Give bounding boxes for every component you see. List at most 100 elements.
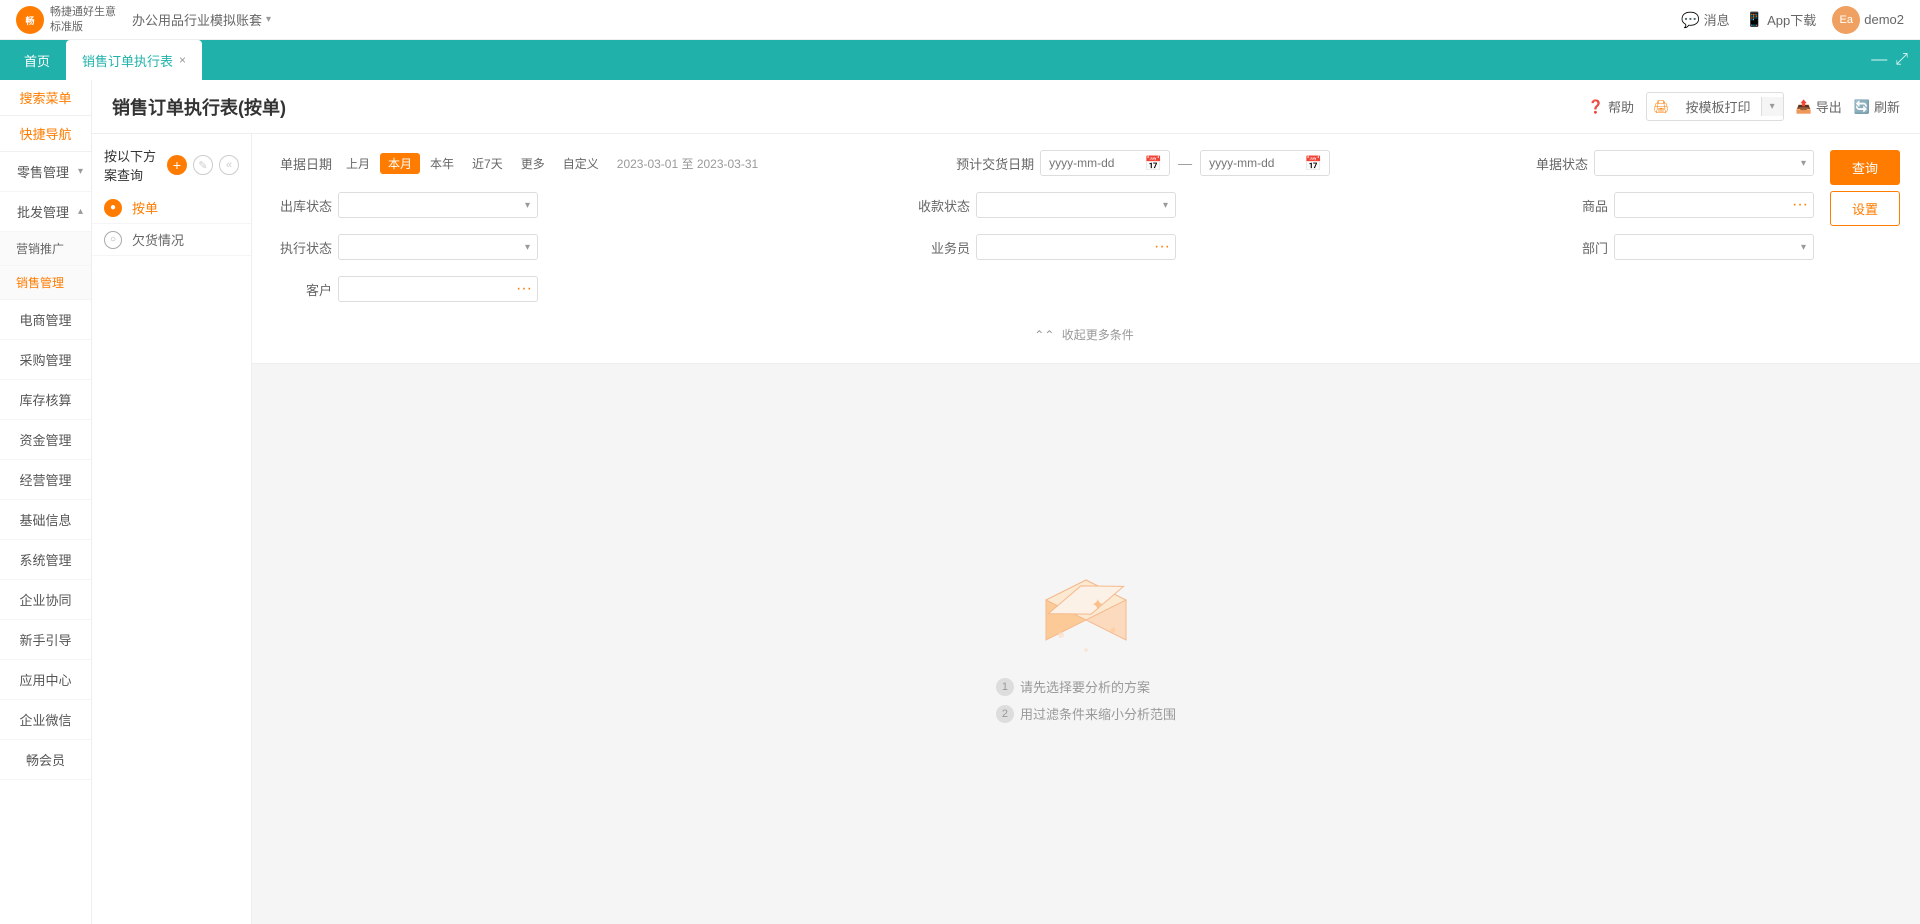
page-header-actions: ❓ 帮助 🖨 按模板打印 ▾ 📤 导出 🔄 刷新: [1588, 92, 1900, 133]
sidebar-item-apps[interactable]: 应用中心: [0, 660, 91, 700]
help-icon: ❓: [1588, 99, 1604, 115]
message-btn[interactable]: 💬 消息: [1681, 10, 1730, 29]
hint-num-2: 2: [996, 705, 1014, 723]
sidebar-sub-marketing[interactable]: 营销推广: [0, 232, 91, 266]
execution-status-label: 执行状态: [272, 238, 332, 257]
sidebar-item-retail[interactable]: 零售管理 ▾: [0, 152, 91, 192]
inner-layout: 按以下方案查询 + ✎ « ● 按单 ○ 欠货情况: [92, 134, 1920, 924]
plan-item-by-order[interactable]: ● 按单: [92, 192, 251, 224]
sidebar-item-member-label: 畅会员: [8, 750, 83, 769]
sidebar-item-wechat[interactable]: 企业微信: [0, 700, 91, 740]
print-label: 按模板打印: [1678, 93, 1759, 120]
sidebar-item-system[interactable]: 系统管理: [0, 540, 91, 580]
goods-input[interactable]: [1614, 192, 1814, 218]
plan-item-shortage-label: 欠货情况: [132, 230, 184, 249]
chevron-up-icon: ▴: [78, 206, 83, 217]
sidebar-item-wholesale[interactable]: 批发管理 ▴: [0, 192, 91, 232]
plan-item-shortage[interactable]: ○ 欠货情况: [92, 224, 251, 256]
sidebar-item-finance[interactable]: 资金管理: [0, 420, 91, 460]
collapse-bar-label: 收起更多条件: [1062, 328, 1134, 342]
sidebar-item-inventory-label: 库存核算: [8, 390, 83, 409]
sidebar-quick-nav[interactable]: 快捷导航: [0, 116, 91, 152]
sidebar-item-newbie[interactable]: 新手引导: [0, 620, 91, 660]
sidebar-item-ecommerce-label: 电商管理: [8, 310, 83, 329]
print-dropdown-arrow[interactable]: ▾: [1761, 97, 1783, 116]
logo-text: 畅捷通好生意 标准版: [50, 5, 116, 34]
sidebar-item-base[interactable]: 基础信息: [0, 500, 91, 540]
empty-state-icon: ✦: [1031, 565, 1141, 665]
collapse-up-icon: ⌃⌃: [1034, 328, 1054, 342]
message-icon: 💬: [1681, 11, 1700, 29]
sidebar-item-member[interactable]: 畅会员: [0, 740, 91, 780]
collapse-bar[interactable]: ⌃⌃ 收起更多条件: [272, 318, 1900, 347]
tab-sales-execution[interactable]: 销售订单执行表 ×: [66, 40, 202, 80]
right-content: 单据日期 上月 本月 本年 近7天 更多 自定义 2023-03-01 至 20…: [252, 134, 1920, 924]
sidebar-item-operation[interactable]: 经营管理: [0, 460, 91, 500]
app-download-btn[interactable]: 📱 App下载: [1746, 10, 1817, 29]
forecast-date-from-input[interactable]: [1040, 150, 1170, 176]
delivery-status-select[interactable]: [338, 192, 538, 218]
salesperson-input[interactable]: [976, 234, 1176, 260]
date-more-btn[interactable]: 更多: [513, 153, 553, 174]
user-name-label: demo2: [1864, 12, 1904, 27]
logo-area: 畅 畅捷通好生意 标准版: [16, 5, 116, 34]
date-last-7days-btn[interactable]: 近7天: [464, 153, 511, 174]
hint-text-2: 用过滤条件来缩小分析范围: [1020, 704, 1176, 723]
user-menu[interactable]: Ea demo2: [1832, 6, 1904, 34]
forecast-date-to-input[interactable]: [1200, 150, 1330, 176]
tab-home-label: 首页: [24, 51, 50, 70]
svg-text:畅: 畅: [25, 15, 34, 26]
print-btn[interactable]: 🖨 按模板打印 ▾: [1646, 92, 1784, 121]
date-this-month-btn[interactable]: 本月: [380, 153, 420, 174]
help-btn[interactable]: ❓ 帮助: [1588, 97, 1634, 116]
goods-input-wrap: ···: [1614, 192, 1814, 218]
refresh-btn[interactable]: 🔄 刷新: [1854, 97, 1900, 116]
radio-active-icon: ●: [104, 199, 122, 217]
download-icon: 📱: [1746, 11, 1763, 28]
department-select[interactable]: [1614, 234, 1814, 260]
left-panel-icons: + ✎ «: [167, 155, 239, 175]
maximize-icon[interactable]: ⤢: [1895, 51, 1908, 69]
goods-label: 商品: [1548, 196, 1608, 215]
settings-button[interactable]: 设置: [1830, 191, 1900, 226]
sidebar-item-ecommerce[interactable]: 电商管理: [0, 300, 91, 340]
goods-dots-icon[interactable]: ···: [1792, 196, 1808, 214]
sidebar-sub-sales[interactable]: 销售管理: [0, 266, 91, 300]
sidebar-search[interactable]: 搜索菜单: [0, 80, 91, 116]
tab-bar: 首页 销售订单执行表 × — ⤢: [0, 40, 1920, 80]
export-btn[interactable]: 📤 导出: [1796, 97, 1842, 116]
sidebar-item-wholesale-label: 批发管理: [8, 202, 78, 221]
edit-plan-icon[interactable]: ✎: [193, 155, 213, 175]
add-plan-icon[interactable]: +: [167, 155, 187, 175]
date-last-month-btn[interactable]: 上月: [338, 153, 378, 174]
sidebar-item-retail-label: 零售管理: [8, 162, 78, 181]
content-area: 销售订单执行表(按单) ❓ 帮助 🖨 按模板打印 ▾ 📤 导出 🔄 刷新: [92, 80, 1920, 924]
left-panel-header: 按以下方案查询 + ✎ «: [92, 146, 251, 192]
top-header: 畅 畅捷通好生意 标准版 办公用品行业模拟账套 ▾ 💬 消息 📱 App下载 E…: [0, 0, 1920, 40]
sidebar-item-purchase[interactable]: 采购管理: [0, 340, 91, 380]
delivery-status-wrap: [338, 192, 538, 218]
tab-home[interactable]: 首页: [8, 40, 66, 80]
query-button[interactable]: 查询: [1830, 150, 1900, 185]
help-label: 帮助: [1608, 97, 1634, 116]
sidebar-item-inventory[interactable]: 库存核算: [0, 380, 91, 420]
empty-hint-2: 2 用过滤条件来缩小分析范围: [996, 704, 1176, 723]
svg-text:✦: ✦: [1091, 597, 1104, 614]
execution-status-wrap: [338, 234, 538, 260]
tab-bar-right: — ⤢: [1871, 51, 1920, 69]
salesperson-dots-icon[interactable]: ···: [1154, 238, 1170, 256]
tab-close-icon[interactable]: ×: [179, 53, 186, 67]
minimize-icon[interactable]: —: [1871, 51, 1887, 69]
sidebar-item-enterprise[interactable]: 企业协同: [0, 580, 91, 620]
customer-label: 客户: [272, 280, 332, 299]
execution-status-select[interactable]: [338, 234, 538, 260]
status-select[interactable]: [1594, 150, 1814, 176]
app-selector-label: 办公用品行业模拟账套: [132, 10, 262, 29]
app-selector[interactable]: 办公用品行业模拟账套 ▾: [124, 10, 279, 29]
date-this-year-btn[interactable]: 本年: [422, 153, 462, 174]
collapse-panel-icon[interactable]: «: [219, 155, 239, 175]
date-custom-btn[interactable]: 自定义: [555, 153, 607, 174]
customer-dots-icon[interactable]: ···: [516, 280, 532, 298]
customer-input[interactable]: [338, 276, 538, 302]
payment-status-select[interactable]: [976, 192, 1176, 218]
